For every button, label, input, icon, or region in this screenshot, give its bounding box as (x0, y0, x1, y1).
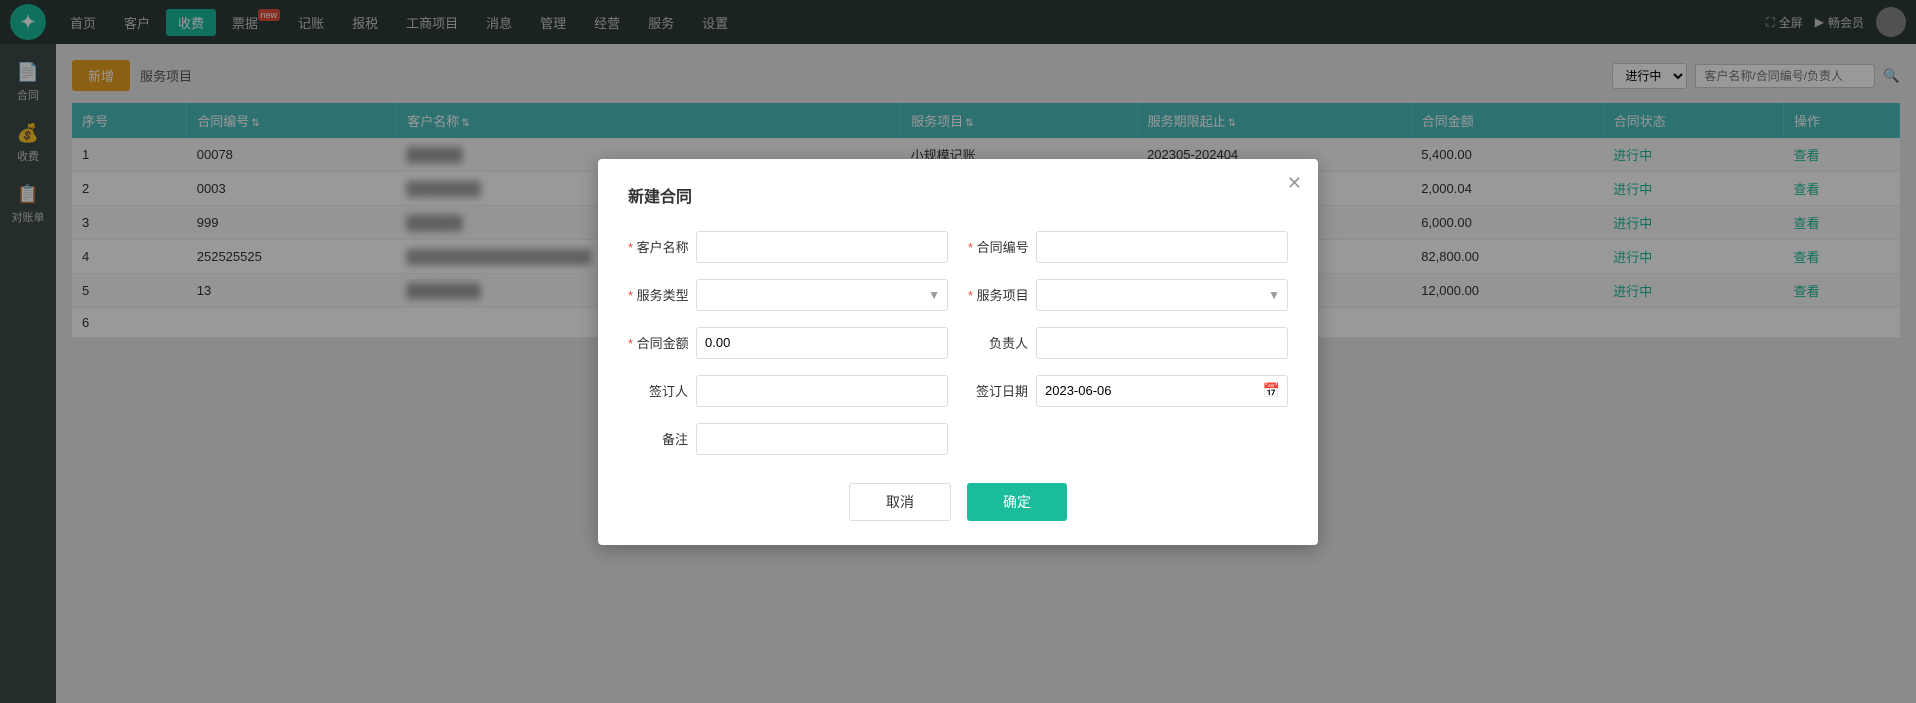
form-group-customer: 客户名称 (628, 231, 948, 263)
sign-date-label: 签订日期 (968, 381, 1028, 400)
service-item-select[interactable] (1036, 279, 1288, 311)
form-group-sign-date: 签订日期 📅 (968, 375, 1288, 407)
form-row-2: 服务类型 ▼ 服务项目 ▼ (628, 279, 1288, 311)
form-group-service-item: 服务项目 ▼ (968, 279, 1288, 311)
contract-no-input[interactable] (1036, 231, 1288, 263)
form-group-service-type: 服务类型 ▼ (628, 279, 948, 311)
remark-input[interactable] (696, 423, 948, 455)
form-row-1: 客户名称 合同编号 (628, 231, 1288, 263)
confirm-button[interactable]: 确定 (967, 483, 1067, 521)
form-group-contract-no: 合同编号 (968, 231, 1288, 263)
cancel-button[interactable]: 取消 (849, 483, 951, 521)
signer-label: 签订人 (628, 381, 688, 400)
form-group-amount: 合同金额 (628, 327, 948, 359)
service-item-label: 服务项目 (968, 285, 1028, 304)
new-contract-dialog: ✕ 新建合同 客户名称 合同编号 服务类型 ▼ 服务项目 (598, 159, 1318, 545)
form-row-5: 备注 (628, 423, 1288, 455)
contract-amount-label: 合同金额 (628, 333, 688, 352)
service-type-label: 服务类型 (628, 285, 688, 304)
customer-name-input[interactable] (696, 231, 948, 263)
contract-amount-input[interactable] (696, 327, 948, 359)
contract-no-label: 合同编号 (968, 237, 1028, 256)
dialog-overlay: ✕ 新建合同 客户名称 合同编号 服务类型 ▼ 服务项目 (0, 0, 1916, 703)
responsible-input[interactable] (1036, 327, 1288, 359)
form-row-3: 合同金额 负责人 (628, 327, 1288, 359)
form-group-remark: 备注 (628, 423, 948, 455)
service-type-select[interactable] (696, 279, 948, 311)
service-item-wrapper: ▼ (1036, 279, 1288, 311)
dialog-close-button[interactable]: ✕ (1287, 173, 1302, 194)
form-row-4: 签订人 签订日期 📅 (628, 375, 1288, 407)
service-type-wrapper: ▼ (696, 279, 948, 311)
form-group-responsible: 负责人 (968, 327, 1288, 359)
responsible-label: 负责人 (968, 333, 1028, 352)
dialog-footer: 取消 确定 (628, 483, 1288, 521)
sign-date-wrapper: 📅 (1036, 375, 1288, 407)
sign-date-input[interactable] (1036, 375, 1288, 407)
remark-label: 备注 (628, 429, 688, 448)
form-group-signer: 签订人 (628, 375, 948, 407)
signer-input[interactable] (696, 375, 948, 407)
customer-name-label: 客户名称 (628, 237, 688, 256)
dialog-title: 新建合同 (628, 183, 1288, 207)
